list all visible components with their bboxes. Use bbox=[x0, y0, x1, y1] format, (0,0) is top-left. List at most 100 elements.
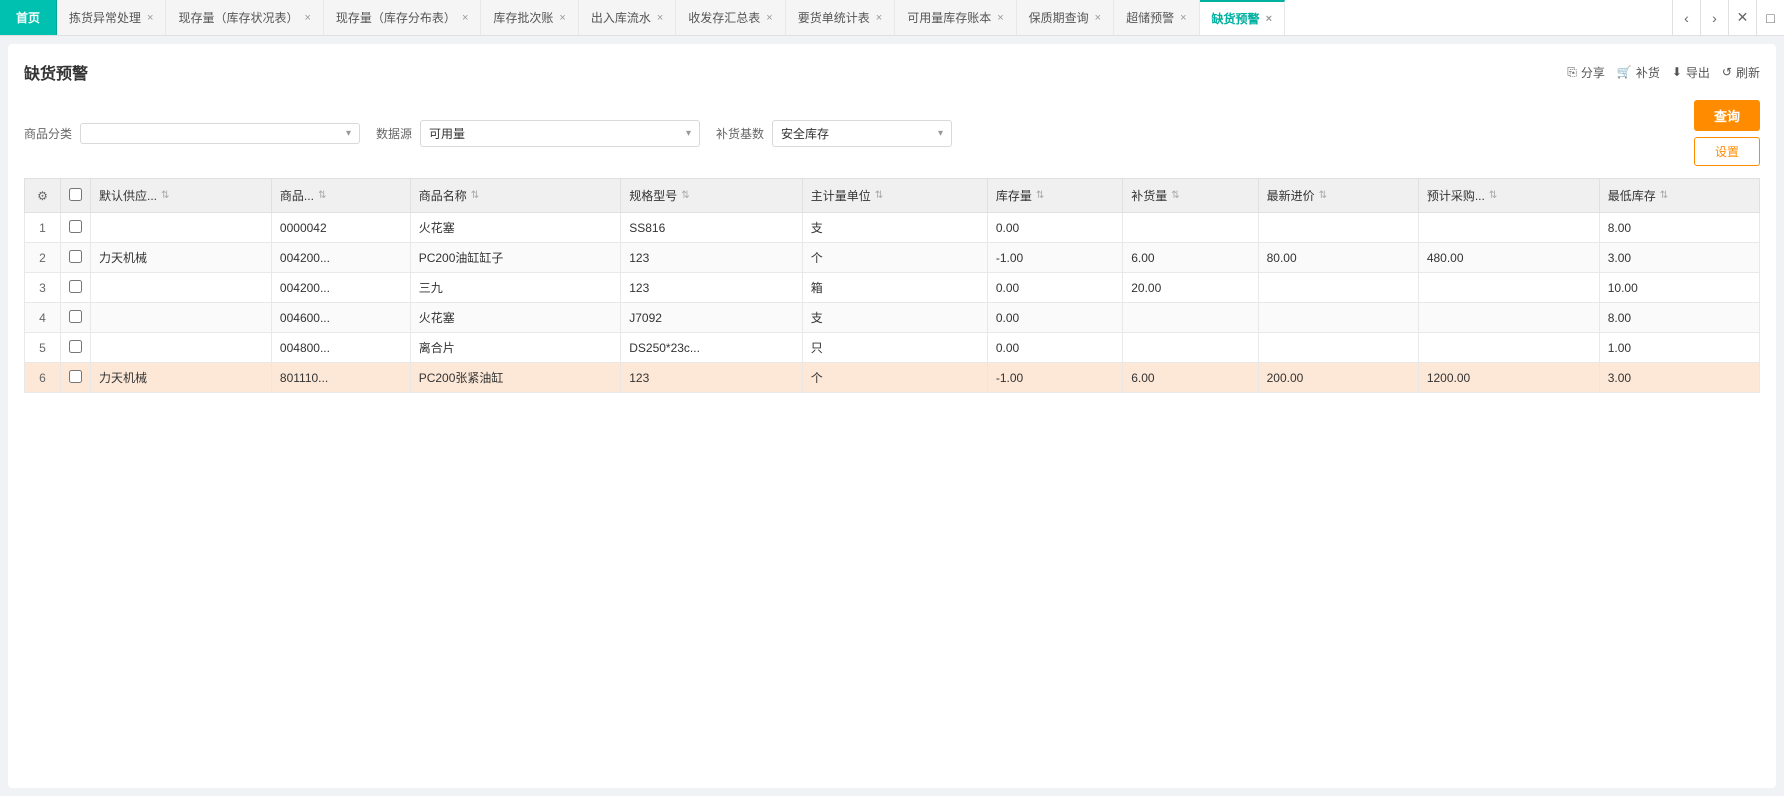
replenish-base-value: 安全库存 bbox=[781, 125, 829, 142]
filter-actions: 查询 设置 bbox=[1694, 100, 1760, 166]
tab-close-icon[interactable]: × bbox=[876, 12, 882, 24]
tab-abnormal[interactable]: 拣货异常处理× bbox=[57, 0, 166, 36]
datasource-chevron-icon: ▾ bbox=[686, 128, 691, 139]
cell-replenish: 6.00 bbox=[1123, 363, 1258, 393]
tab-label: 可用量库存账本 bbox=[907, 9, 991, 26]
row-checkbox-cell bbox=[61, 243, 91, 273]
tab-recv-summary[interactable]: 收发存汇总表 × bbox=[676, 0, 785, 36]
tab-inventory-dist[interactable]: 现存量（库存分布表） × bbox=[324, 0, 481, 36]
col-label-replenish: 补货量 bbox=[1131, 187, 1167, 204]
refresh-action[interactable]: ↺ 刷新 bbox=[1722, 64, 1760, 81]
cell-unit: 支 bbox=[802, 213, 987, 243]
cell-est_purchase: 480.00 bbox=[1418, 243, 1599, 273]
tab-close-icon[interactable]: × bbox=[1095, 12, 1101, 24]
col-header-code[interactable]: 商品...⇅ bbox=[271, 179, 410, 213]
cell-est_purchase bbox=[1418, 333, 1599, 363]
cell-est_purchase bbox=[1418, 213, 1599, 243]
cell-est_purchase bbox=[1418, 303, 1599, 333]
row-checkbox[interactable] bbox=[69, 250, 82, 263]
row-checkbox[interactable] bbox=[69, 280, 82, 293]
tab-inventory-status[interactable]: 现存量（库存状况表）× bbox=[166, 0, 323, 36]
datasource-select[interactable]: 可用量 ▾ bbox=[420, 120, 700, 147]
query-button[interactable]: 查询 bbox=[1694, 100, 1760, 131]
row-number: 2 bbox=[25, 243, 61, 273]
tab-scroll-right[interactable]: › bbox=[1700, 0, 1728, 36]
tab-close-icon[interactable]: × bbox=[462, 12, 468, 24]
cell-est_purchase bbox=[1418, 273, 1599, 303]
tab-scroll-left[interactable]: ‹ bbox=[1672, 0, 1700, 36]
tab-close-icon[interactable]: × bbox=[766, 12, 772, 24]
select-all-checkbox[interactable] bbox=[69, 188, 82, 201]
row-checkbox[interactable] bbox=[69, 220, 82, 233]
col-header-latest_price[interactable]: 最新进价⇅ bbox=[1258, 179, 1418, 213]
col-header-spec[interactable]: 规格型号⇅ bbox=[621, 179, 803, 213]
tab-home[interactable]: 首页 bbox=[0, 0, 57, 36]
tab-close-icon[interactable]: × bbox=[304, 12, 310, 24]
col-header-stock[interactable]: 库存量⇅ bbox=[987, 179, 1122, 213]
cell-supplier bbox=[91, 333, 272, 363]
replenish-base-select[interactable]: 安全库存 ▾ bbox=[772, 120, 952, 147]
cell-unit: 个 bbox=[802, 243, 987, 273]
cell-stock: -1.00 bbox=[987, 363, 1122, 393]
tab-close-icon[interactable]: × bbox=[147, 12, 153, 24]
cell-min_stock: 8.00 bbox=[1599, 303, 1759, 333]
tab-close-icon[interactable]: × bbox=[1266, 13, 1272, 25]
col-header-replenish[interactable]: 补货量⇅ bbox=[1123, 179, 1258, 213]
datasource-value: 可用量 bbox=[429, 125, 465, 142]
row-checkbox[interactable] bbox=[69, 310, 82, 323]
tab-close-icon[interactable]: × bbox=[657, 12, 663, 24]
cell-est_purchase: 1200.00 bbox=[1418, 363, 1599, 393]
row-checkbox[interactable] bbox=[69, 370, 82, 383]
cell-code: 004600... bbox=[271, 303, 410, 333]
col-header-unit[interactable]: 主计量单位⇅ bbox=[802, 179, 987, 213]
main-content: 缺货预警 ⎘ 分享 🛒 补货 ⬇ 导出 ↺ 刷新 商品分类 bbox=[8, 44, 1776, 788]
home-label: 首页 bbox=[16, 9, 40, 26]
tab-nav-buttons: ‹ › ✕ □ bbox=[1672, 0, 1784, 36]
tab-expiry-query[interactable]: 保质期查询× bbox=[1017, 0, 1114, 36]
row-checkbox-cell bbox=[61, 333, 91, 363]
replenish-icon: 🛒 bbox=[1617, 65, 1632, 79]
category-select[interactable]: ▾ bbox=[80, 123, 360, 144]
tab-label: 超储预警 bbox=[1126, 9, 1174, 26]
tab-label: 出入库流水 bbox=[591, 9, 651, 26]
col-label-min_stock: 最低库存 bbox=[1608, 187, 1656, 204]
cell-supplier bbox=[91, 303, 272, 333]
page-title: 缺货预警 bbox=[24, 60, 88, 84]
tab-batch-account[interactable]: 库存批次账× bbox=[481, 0, 578, 36]
refresh-label: 刷新 bbox=[1736, 64, 1760, 81]
tab-close-icon[interactable]: × bbox=[559, 12, 565, 24]
table-row: 6力天机械801110...PC200张紧油缸123个-1.006.00200.… bbox=[25, 363, 1760, 393]
tab-close-icon[interactable]: × bbox=[997, 12, 1003, 24]
cell-replenish: 6.00 bbox=[1123, 243, 1258, 273]
row-checkbox[interactable] bbox=[69, 340, 82, 353]
col-header-name[interactable]: 商品名称⇅ bbox=[410, 179, 621, 213]
export-action[interactable]: ⬇ 导出 bbox=[1672, 64, 1710, 81]
row-number: 1 bbox=[25, 213, 61, 243]
tab-overstock[interactable]: 超储预警 × bbox=[1114, 0, 1199, 36]
tab-close-icon[interactable]: × bbox=[1180, 12, 1186, 24]
col-header-min_stock[interactable]: 最低库存⇅ bbox=[1599, 179, 1759, 213]
share-action[interactable]: ⎘ 分享 bbox=[1567, 64, 1605, 81]
cell-name: 火花塞 bbox=[410, 213, 621, 243]
cell-min_stock: 10.00 bbox=[1599, 273, 1759, 303]
col-header-est_purchase[interactable]: 预计采购...⇅ bbox=[1418, 179, 1599, 213]
tab-close-all[interactable]: ✕ bbox=[1728, 0, 1756, 36]
tab-maximize[interactable]: □ bbox=[1756, 0, 1784, 36]
row-checkbox-cell bbox=[61, 273, 91, 303]
sort-icon-est_purchase: ⇅ bbox=[1489, 190, 1497, 201]
cell-stock: 0.00 bbox=[987, 303, 1122, 333]
cell-replenish bbox=[1123, 333, 1258, 363]
tab-label: 收发存汇总表 bbox=[688, 9, 760, 26]
replenish-action[interactable]: 🛒 补货 bbox=[1617, 64, 1660, 81]
tab-inout-flow[interactable]: 出入库流水 × bbox=[579, 0, 676, 36]
header-actions: ⎘ 分享 🛒 补货 ⬇ 导出 ↺ 刷新 bbox=[1567, 64, 1760, 81]
tab-shortage[interactable]: 缺货预警× bbox=[1200, 0, 1285, 36]
tab-label: 现存量（库存分布表） bbox=[336, 9, 456, 26]
gear-settings-icon[interactable]: ⚙ bbox=[37, 189, 48, 203]
tab-available-ledger[interactable]: 可用量库存账本 × bbox=[895, 0, 1016, 36]
tab-order-stats[interactable]: 要货单统计表× bbox=[786, 0, 895, 36]
col-header-supplier[interactable]: 默认供应...⇅ bbox=[91, 179, 272, 213]
row-checkbox-cell bbox=[61, 363, 91, 393]
cell-spec: 123 bbox=[621, 363, 803, 393]
settings-button[interactable]: 设置 bbox=[1694, 137, 1760, 166]
